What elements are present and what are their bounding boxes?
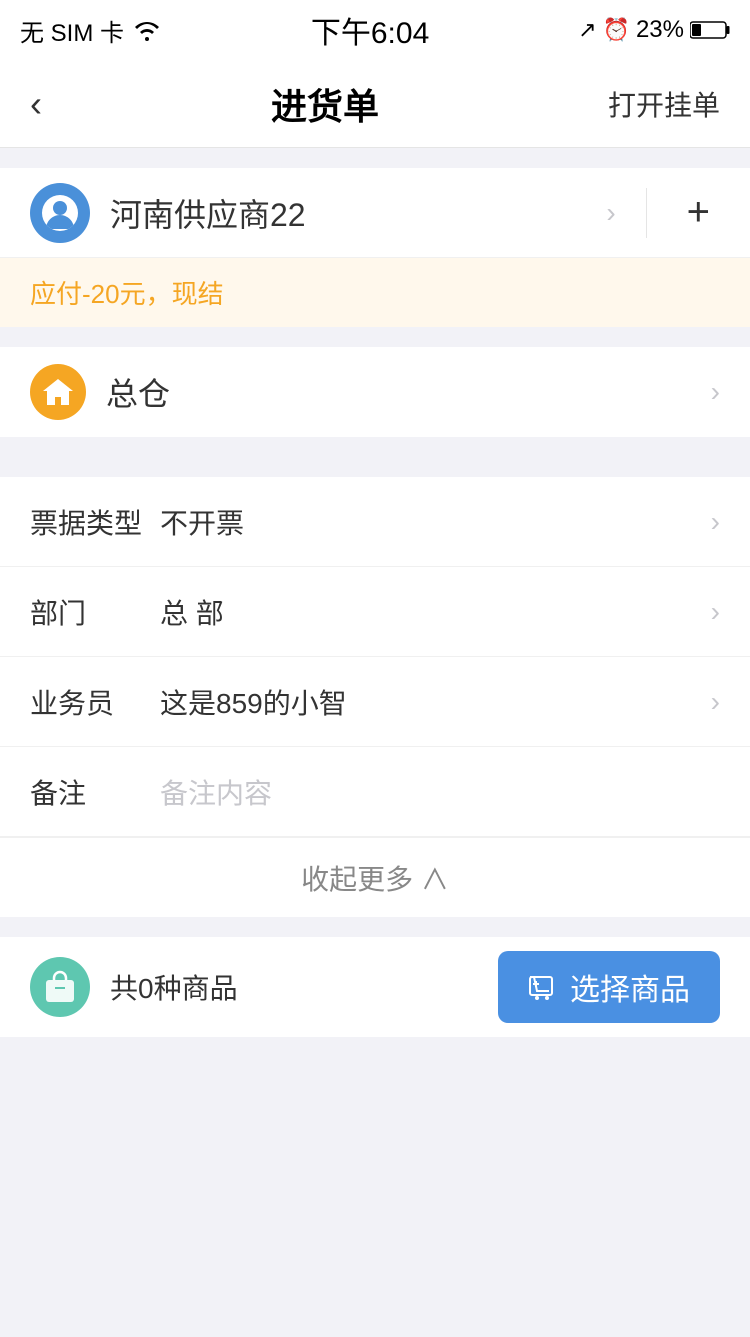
collapse-row[interactable]: 收起更多 ∧ <box>0 837 750 917</box>
battery-label: 23% <box>636 16 684 44</box>
wifi-icon <box>132 19 162 41</box>
open-pending-button[interactable]: 打开挂单 <box>608 84 720 124</box>
department-label: 部门 <box>30 592 160 632</box>
ticket-type-label: 票据类型 <box>30 502 160 542</box>
supplier-row[interactable]: 河南供应商22 › + <box>0 168 750 258</box>
notice-text: 应付-20元，现结 <box>30 279 224 309</box>
supplier-chevron-icon: › <box>606 197 615 229</box>
form-section: 票据类型 不开票 › 部门 总 部 › 业务员 这是859的小智 › 备注 备注… <box>0 477 750 917</box>
warehouse-icon <box>30 364 86 420</box>
select-btn-label: 选择商品 <box>570 965 690 1009</box>
ticket-type-chevron-icon: › <box>711 506 720 538</box>
warehouse-name: 总仓 <box>106 369 711 415</box>
product-icon <box>30 957 90 1017</box>
gap-1 <box>0 148 750 168</box>
back-button[interactable]: ‹ <box>30 83 42 125</box>
supplier-name: 河南供应商22 <box>110 190 606 236</box>
battery-icon <box>690 20 730 40</box>
notice-bar: 应付-20元，现结 <box>0 258 750 327</box>
remark-input[interactable]: 备注内容 <box>160 772 720 812</box>
warehouse-row[interactable]: 总仓 › <box>0 347 750 437</box>
page-title: 进货单 <box>271 78 379 130</box>
salesman-value: 这是859的小智 <box>160 682 711 722</box>
status-right: ↗ ⏰ 23% <box>578 16 730 44</box>
gap-3 <box>0 437 750 457</box>
add-button[interactable]: + <box>677 190 720 235</box>
salesman-row[interactable]: 业务员 这是859的小智 › <box>0 657 750 747</box>
warehouse-section[interactable]: 总仓 › <box>0 347 750 437</box>
avatar <box>30 183 90 243</box>
ticket-type-row[interactable]: 票据类型 不开票 › <box>0 477 750 567</box>
location-icon: ↗ <box>578 17 596 43</box>
department-row[interactable]: 部门 总 部 › <box>0 567 750 657</box>
salesman-chevron-icon: › <box>711 686 720 718</box>
department-chevron-icon: › <box>711 596 720 628</box>
background-fill <box>0 1037 750 1337</box>
status-bar: 无 SIM 卡 下午6:04 ↗ ⏰ 23% <box>0 0 750 60</box>
carrier-label: 无 SIM 卡 <box>20 13 124 48</box>
remark-row[interactable]: 备注 备注内容 <box>0 747 750 837</box>
status-left: 无 SIM 卡 <box>20 13 162 48</box>
avatar-icon <box>42 195 78 231</box>
divider <box>646 188 647 238</box>
bottom-bar: 共0种商品 选择商品 <box>0 937 750 1037</box>
collapse-label: 收起更多 ∧ <box>301 858 449 898</box>
product-count: 共0种商品 <box>110 967 498 1007</box>
gap-2 <box>0 327 750 347</box>
department-value: 总 部 <box>160 592 711 632</box>
cart-icon <box>528 973 560 1001</box>
select-product-button[interactable]: 选择商品 <box>498 951 720 1023</box>
salesman-label: 业务员 <box>30 682 160 722</box>
status-time: 下午6:04 <box>311 8 429 52</box>
ticket-type-value: 不开票 <box>160 502 711 542</box>
remark-label: 备注 <box>30 772 160 812</box>
alarm-icon: ⏰ <box>603 17 630 43</box>
nav-bar: ‹ 进货单 打开挂单 <box>0 60 750 148</box>
supplier-section: 河南供应商22 › + 应付-20元，现结 <box>0 168 750 327</box>
warehouse-chevron-icon: › <box>711 376 720 408</box>
